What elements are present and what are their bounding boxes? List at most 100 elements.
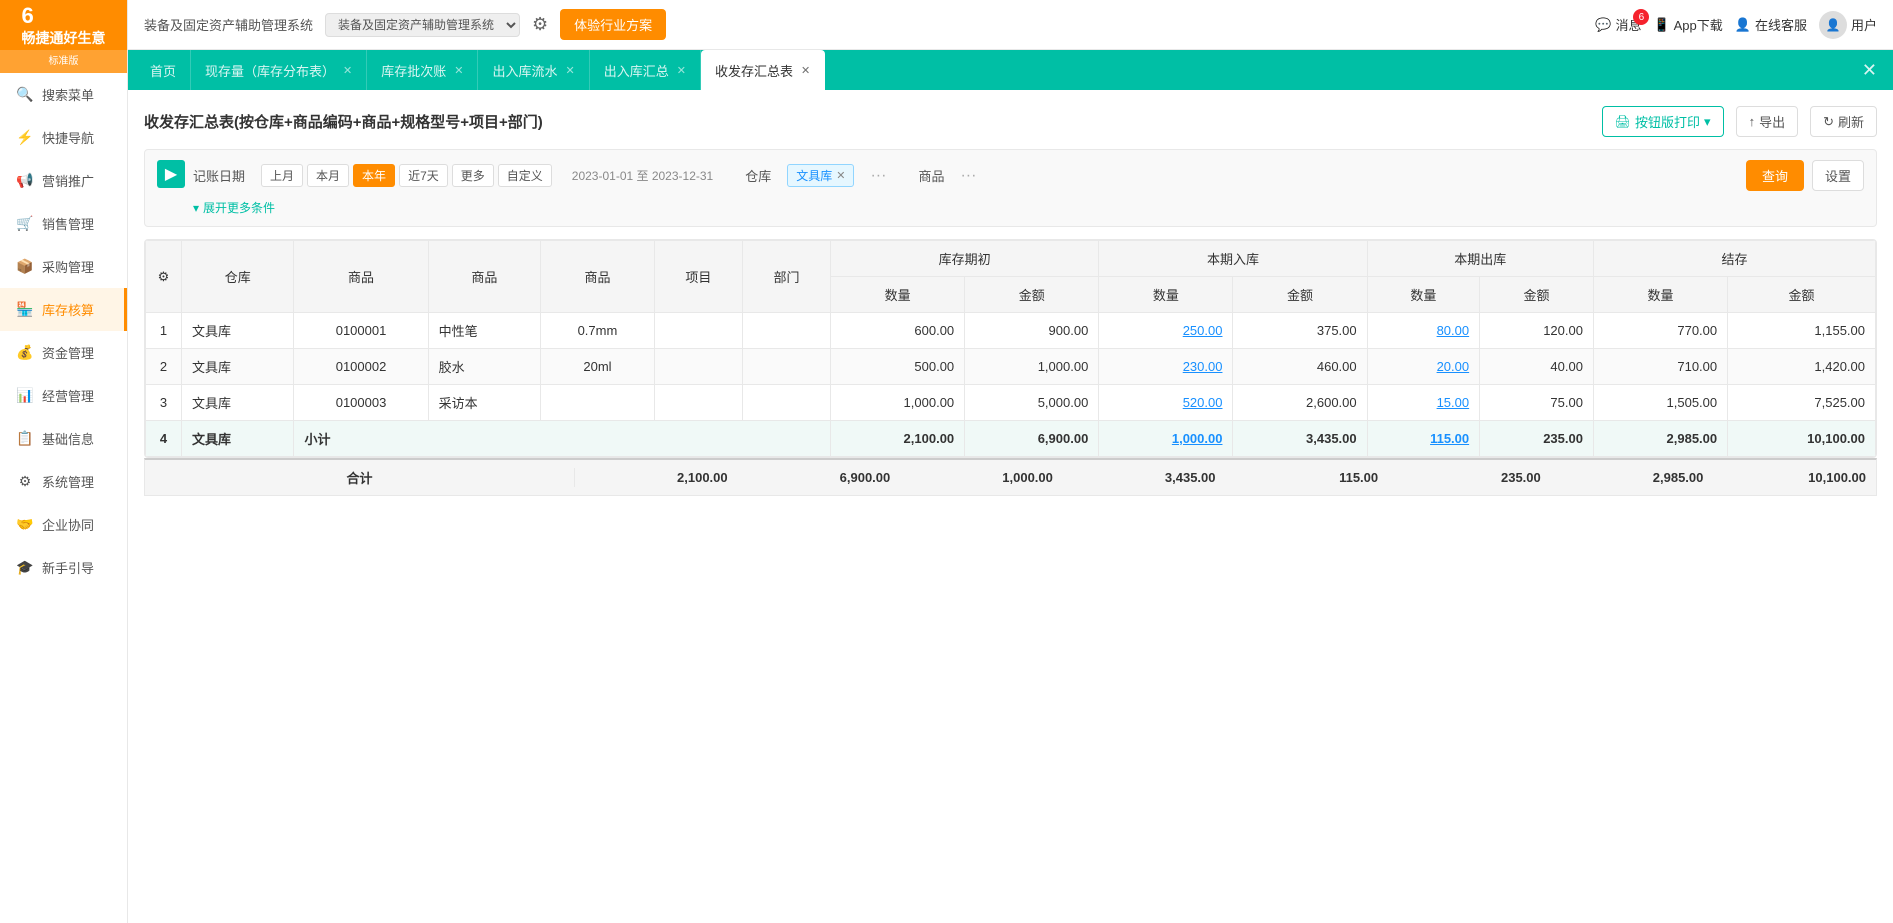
row1-goods-code: 0100001 xyxy=(294,313,428,349)
subtotal-in-qty[interactable]: 1,000.00 xyxy=(1099,421,1233,457)
page-title: 收发存汇总表(按仓库+商品编码+商品+规格型号+项目+部门) xyxy=(144,111,543,132)
query-button[interactable]: 查询 xyxy=(1746,160,1804,191)
goods-filter-label: 商品 xyxy=(918,166,944,185)
user-btn[interactable]: 👤 用户 xyxy=(1819,11,1877,39)
sidebar-item-operations[interactable]: 📊 经营管理 xyxy=(0,374,127,417)
basic-icon: 📋 xyxy=(16,430,34,448)
th-period-out: 本期出库 xyxy=(1367,241,1593,277)
tab-inventory-dist[interactable]: 现存量（库存分布表） ✕ xyxy=(191,50,367,90)
subtotal-closing-qty: 2,985.00 xyxy=(1593,421,1727,457)
row1-in-qty[interactable]: 250.00 xyxy=(1099,313,1233,349)
row3-in-qty[interactable]: 520.00 xyxy=(1099,385,1233,421)
row2-department xyxy=(742,349,830,385)
date-btn-this-month[interactable]: 本月 xyxy=(307,164,349,187)
th-warehouse: 仓库 xyxy=(182,241,294,313)
messages-btn[interactable]: 💬 消息 6 xyxy=(1595,15,1641,34)
tab-home-label: 首页 xyxy=(150,61,176,80)
warehouse-dots[interactable]: ··· xyxy=(870,167,886,185)
row1-in-amt: 375.00 xyxy=(1233,313,1367,349)
subtotal-label: 小计 xyxy=(294,421,831,457)
row2-project xyxy=(654,349,742,385)
tab-inout-flow-close[interactable]: ✕ xyxy=(566,64,575,77)
tab-inout-summary[interactable]: 出入库汇总 ✕ xyxy=(590,50,701,90)
row3-closing-amt: 7,525.00 xyxy=(1728,385,1876,421)
online-service-btn[interactable]: 👤 在线客服 xyxy=(1735,15,1807,34)
tab-inout-summary-close[interactable]: ✕ xyxy=(677,64,686,77)
sidebar-item-inventory[interactable]: 🏪 库存核算 xyxy=(0,288,127,331)
trial-button[interactable]: 体验行业方案 xyxy=(560,9,666,40)
sidebar-item-label: 销售管理 xyxy=(42,214,94,233)
th-settings[interactable]: ⚙ xyxy=(146,241,182,313)
tab-batch-ledger-close[interactable]: ✕ xyxy=(454,64,463,77)
tab-bar-close-btn[interactable]: ✕ xyxy=(1854,60,1885,81)
tab-inventory-dist-close[interactable]: ✕ xyxy=(343,64,352,77)
footer-in-qty: 1,000.00 xyxy=(900,470,1063,485)
sidebar-item-enterprise[interactable]: 🤝 企业协同 xyxy=(0,503,127,546)
data-table: ⚙ 仓库 商品 商品 商品 项目 部门 库存期初 本期入库 本期出库 结存 数量 xyxy=(144,239,1877,458)
subtotal-out-qty[interactable]: 115.00 xyxy=(1367,421,1480,457)
row2-in-qty[interactable]: 230.00 xyxy=(1099,349,1233,385)
print-button[interactable]: 🖨 按钮版打印 ▾ xyxy=(1602,106,1724,137)
messages-badge: 6 xyxy=(1633,9,1649,25)
date-btn-7days[interactable]: 近7天 xyxy=(399,164,448,187)
th-goods-spec: 商品 xyxy=(541,241,655,313)
row1-goods-spec: 0.7mm xyxy=(541,313,655,349)
row1-goods-name: 中性笔 xyxy=(428,313,540,349)
row3-no: 3 xyxy=(146,385,182,421)
settings-button[interactable]: 设置 xyxy=(1812,160,1864,191)
row2-warehouse: 文具库 xyxy=(182,349,294,385)
sidebar-item-purchase[interactable]: 📦 采购管理 xyxy=(0,245,127,288)
tab-recv-send-close[interactable]: ✕ xyxy=(801,64,810,77)
avatar: 👤 xyxy=(1819,11,1847,39)
sidebar-item-search[interactable]: 🔍 搜索菜单 xyxy=(0,73,127,116)
sidebar-item-newbie[interactable]: 🎓 新手引导 xyxy=(0,546,127,589)
th-out-qty: 数量 xyxy=(1367,277,1480,313)
row1-out-qty[interactable]: 80.00 xyxy=(1367,313,1480,349)
date-btn-more[interactable]: 更多 xyxy=(452,164,494,187)
row2-opening-amt: 1,000.00 xyxy=(965,349,1099,385)
system-selector[interactable]: 装备及固定资产辅助管理系统 xyxy=(325,13,520,37)
sidebar-item-system[interactable]: ⚙ 系统管理 xyxy=(0,460,127,503)
message-icon: 💬 xyxy=(1595,17,1611,33)
refresh-button[interactable]: ↻ 刷新 xyxy=(1810,106,1877,137)
row3-out-qty[interactable]: 15.00 xyxy=(1367,385,1480,421)
warehouse-tag-close-icon[interactable]: ✕ xyxy=(836,169,845,182)
sidebar-item-marketing[interactable]: 📢 营销推广 xyxy=(0,159,127,202)
row2-closing-qty: 710.00 xyxy=(1593,349,1727,385)
table-row: 1 文具库 0100001 中性笔 0.7mm 600.00 900.00 25… xyxy=(146,313,1876,349)
date-btn-custom[interactable]: 自定义 xyxy=(498,164,552,187)
table-row: 3 文具库 0100003 采访本 1,000.00 5,000.00 520.… xyxy=(146,385,1876,421)
sidebar-item-sales[interactable]: 🛒 销售管理 xyxy=(0,202,127,245)
subtotal-warehouse: 文具库 xyxy=(182,421,294,457)
expand-conditions-btn[interactable]: ▾ 展开更多条件 xyxy=(193,199,1864,216)
tab-batch-ledger[interactable]: 库存批次账 ✕ xyxy=(367,50,478,90)
sidebar-item-label: 系统管理 xyxy=(42,472,94,491)
sidebar-item-basic[interactable]: 📋 基础信息 xyxy=(0,417,127,460)
date-filter-label: 记账日期 xyxy=(193,166,245,185)
footer-out-qty: 115.00 xyxy=(1226,470,1389,485)
date-btn-last-month[interactable]: 上月 xyxy=(261,164,303,187)
app-download-label: App下载 xyxy=(1674,15,1723,34)
expand-icon: ▾ xyxy=(193,201,199,215)
date-btn-this-year[interactable]: 本年 xyxy=(353,164,395,187)
row2-out-amt: 40.00 xyxy=(1480,349,1594,385)
tab-recv-send-summary[interactable]: 收发存汇总表 ✕ xyxy=(701,50,825,90)
export-icon: ↑ xyxy=(1749,114,1756,129)
phone-icon: 📱 xyxy=(1653,17,1669,33)
tab-home[interactable]: 首页 xyxy=(136,50,191,90)
row1-project xyxy=(654,313,742,349)
sidebar-item-finance[interactable]: 💰 资金管理 xyxy=(0,331,127,374)
filter-toggle-btn[interactable]: ▶ xyxy=(157,160,185,188)
settings-gear-icon[interactable]: ⚙ xyxy=(532,14,548,35)
sidebar-item-quick-nav[interactable]: ⚡ 快捷导航 xyxy=(0,116,127,159)
export-button[interactable]: ↑ 导出 xyxy=(1736,106,1799,137)
goods-dots[interactable]: ··· xyxy=(960,167,976,185)
footer-opening-amt: 6,900.00 xyxy=(738,470,901,485)
row2-opening-qty: 500.00 xyxy=(831,349,965,385)
row1-opening-qty: 600.00 xyxy=(831,313,965,349)
sidebar-item-label: 营销推广 xyxy=(42,171,94,190)
tab-inout-flow[interactable]: 出入库流水 ✕ xyxy=(478,50,589,90)
warehouse-tag[interactable]: 文具库 ✕ xyxy=(787,164,854,187)
row2-out-qty[interactable]: 20.00 xyxy=(1367,349,1480,385)
app-download-btn[interactable]: 📱 App下载 xyxy=(1653,15,1722,34)
